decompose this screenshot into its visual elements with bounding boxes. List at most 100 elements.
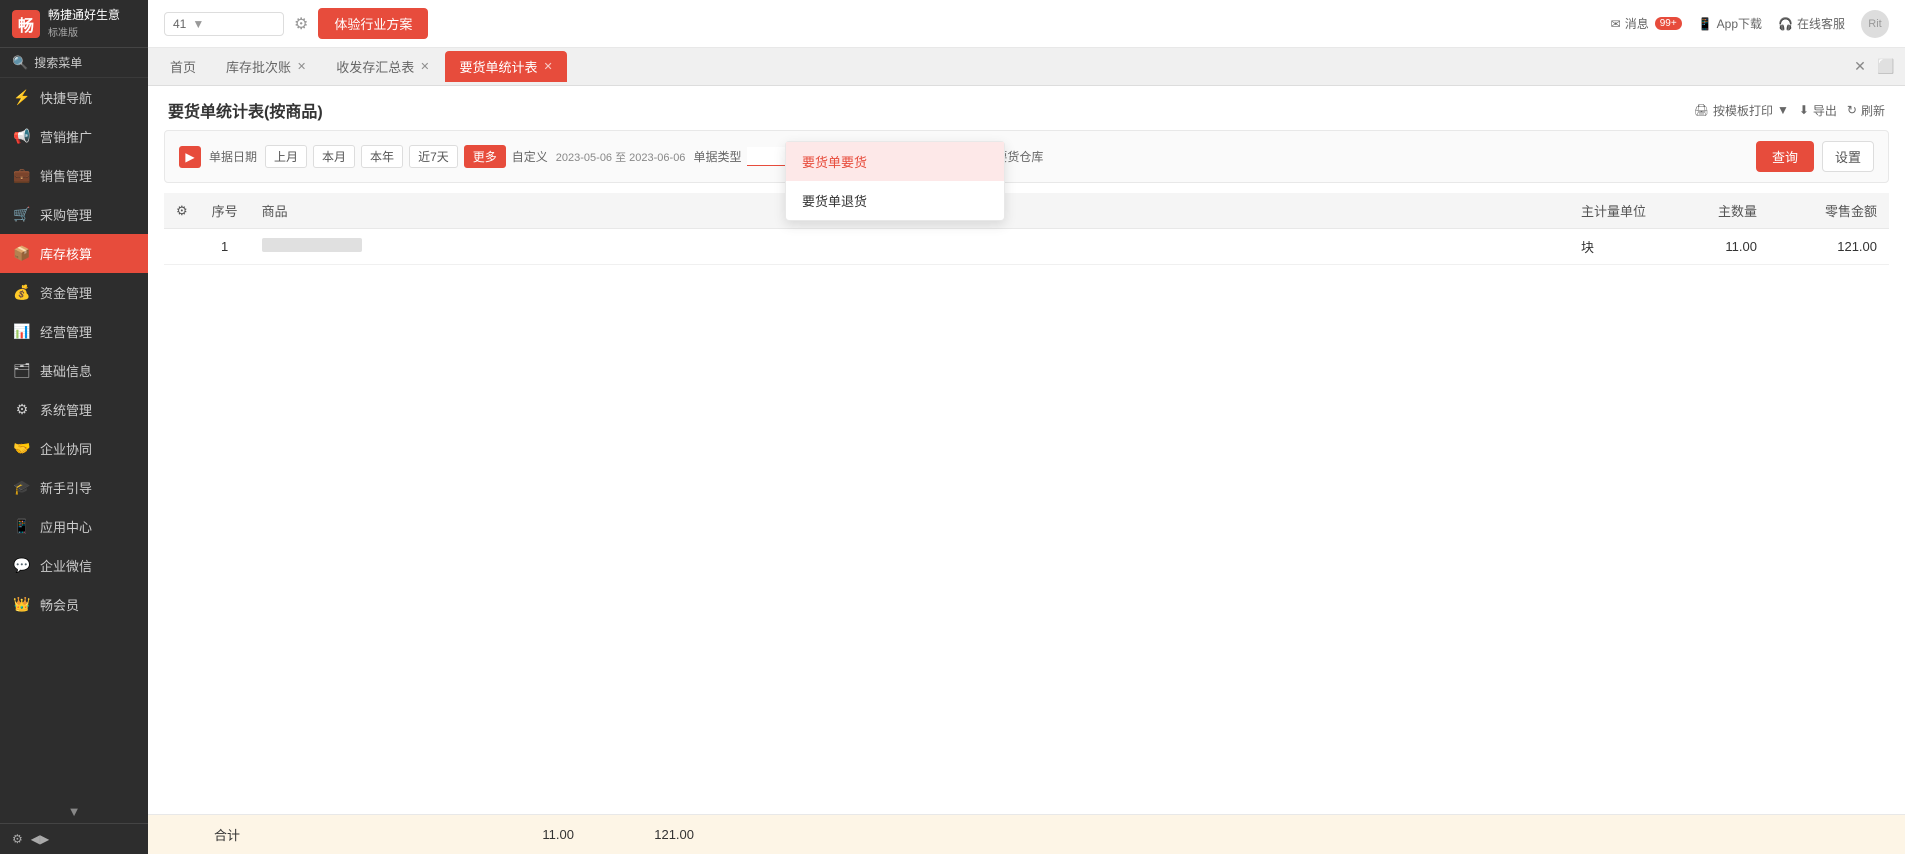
query-button[interactable]: 查询 xyxy=(1756,141,1814,172)
print-label: 按模板打印 xyxy=(1713,102,1773,119)
sidebar-search[interactable]: 🔍 搜索菜单 xyxy=(0,48,148,78)
avatar-text: Rit xyxy=(1868,18,1881,30)
logo-text: 畅捷通好生意 xyxy=(48,8,120,24)
online-service-btn[interactable]: 🎧 在线客服 xyxy=(1778,15,1845,32)
basic-icon: 🗂 xyxy=(12,362,32,379)
marketing-icon: 📢 xyxy=(12,128,32,145)
member-icon: 👑 xyxy=(12,596,32,613)
date-range-display: 2023-05-06 至 2023-06-06 xyxy=(556,149,686,165)
guide-icon: 🎓 xyxy=(12,479,32,496)
refresh-btn[interactable]: ↻ 刷新 xyxy=(1847,102,1885,119)
table-body: 1 块 11.00 121.00 xyxy=(164,229,1889,265)
search-icon: 🔍 xyxy=(12,55,28,71)
sidebar-item-apps[interactable]: 📱 应用中心 xyxy=(0,507,148,546)
sidebar-item-wechat[interactable]: 💬 企业微信 xyxy=(0,546,148,585)
quick-nav-icon: ⚡ xyxy=(12,89,32,106)
main-content: 41 ▼ ⚙ 体验行业方案 ✉ 消息 99+ 📱 App下载 🎧 在线客服 Ri… xyxy=(148,0,1905,854)
filter-expand-btn[interactable]: ▶ xyxy=(179,146,201,168)
col-gear[interactable]: ⚙ xyxy=(164,193,200,229)
sidebar-collapse-btn[interactable]: ◀▶ xyxy=(31,832,49,846)
headset-icon: 🎧 xyxy=(1778,17,1793,31)
sidebar-item-label: 企业协同 xyxy=(40,439,136,458)
sidebar-logo: 畅 畅捷通好生意 标准版 xyxy=(0,0,148,48)
sidebar-item-member[interactable]: 👑 畅会员 xyxy=(0,585,148,624)
sidebar-item-guide[interactable]: 🎓 新手引导 xyxy=(0,468,148,507)
sidebar-item-label: 企业微信 xyxy=(40,556,136,575)
sidebar-item-marketing[interactable]: 📢 营销推广 xyxy=(0,117,148,156)
tab-requisition-stats-close[interactable]: ✕ xyxy=(544,60,553,73)
logo-sub: 标准版 xyxy=(48,24,120,39)
sidebar: 畅 畅捷通好生意 标准版 🔍 搜索菜单 ⚡ 快捷导航 📢 营销推广 💼 销售管理… xyxy=(0,0,148,854)
messages-label: 消息 xyxy=(1625,15,1649,32)
print-dropdown-icon: ▼ xyxy=(1777,103,1789,117)
sidebar-item-label: 资金管理 xyxy=(40,283,136,302)
tab-inventory-batch-close[interactable]: ✕ xyxy=(297,60,306,73)
sidebar-item-sales[interactable]: 💼 销售管理 xyxy=(0,156,148,195)
messages-btn[interactable]: ✉ 消息 99+ xyxy=(1611,15,1682,32)
footer-label: 合计 xyxy=(164,825,474,844)
messages-icon: ✉ xyxy=(1611,17,1621,31)
sidebar-item-label: 基础信息 xyxy=(40,361,136,380)
operation-icon: 📊 xyxy=(12,323,32,340)
sidebar-item-inventory[interactable]: 📦 库存核算 xyxy=(0,234,148,273)
refresh-label: 刷新 xyxy=(1861,102,1885,119)
tab-receipt-summary-close[interactable]: ✕ xyxy=(420,60,429,73)
date-presets: 上月 本月 本年 近7天 更多 自定义 xyxy=(265,145,548,168)
window-expand-btn[interactable]: ⬜ xyxy=(1875,56,1897,78)
dropdown-item-yh-order[interactable]: 要货单要货 xyxy=(786,142,1004,181)
tab-home[interactable]: 首页 xyxy=(156,51,210,82)
top-header: 41 ▼ ⚙ 体验行业方案 ✉ 消息 99+ 📱 App下载 🎧 在线客服 Ri… xyxy=(148,0,1905,48)
sidebar-item-basic[interactable]: 🗂 基础信息 xyxy=(0,351,148,390)
tab-receipt-summary[interactable]: 收发存汇总表 ✕ xyxy=(322,51,443,82)
col-unit-header: 主计量单位 xyxy=(1569,193,1669,229)
sidebar-item-enterprise[interactable]: 🤝 企业协同 xyxy=(0,429,148,468)
print-template-btn[interactable]: 🖨 按模板打印 ▼ xyxy=(1694,102,1789,119)
preset-this-year[interactable]: 本年 xyxy=(361,145,403,168)
sidebar-item-quick-nav[interactable]: ⚡ 快捷导航 xyxy=(0,78,148,117)
footer-amount: 121.00 xyxy=(594,827,694,842)
sidebar-item-operation[interactable]: 📊 经营管理 xyxy=(0,312,148,351)
trial-button[interactable]: 体验行业方案 xyxy=(318,8,428,39)
data-table: ⚙ 序号 商品 主计量单位 主数量 零售金额 1 xyxy=(164,193,1889,265)
settings-button[interactable]: 设置 xyxy=(1822,141,1874,172)
sidebar-settings-btn[interactable]: ⚙ xyxy=(12,832,23,846)
preset-last-month[interactable]: 上月 xyxy=(265,145,307,168)
export-label: 导出 xyxy=(1813,102,1837,119)
header-settings-icon[interactable]: ⚙ xyxy=(294,14,308,34)
sidebar-item-label: 快捷导航 xyxy=(40,88,136,107)
sidebar-item-system[interactable]: ⚙ 系统管理 xyxy=(0,390,148,429)
org-name: 41 xyxy=(173,17,186,31)
row-gear xyxy=(164,229,200,265)
type-dropdown-popup: 要货单要货 要货单退货 xyxy=(785,141,1005,221)
window-minimize-btn[interactable]: ✕ xyxy=(1849,56,1871,78)
preset-7days[interactable]: 近7天 xyxy=(409,145,458,168)
table-row: 1 块 11.00 121.00 xyxy=(164,229,1889,265)
tab-bar: 首页 库存批次账 ✕ 收发存汇总表 ✕ 要货单统计表 ✕ ✕ ⬜ xyxy=(148,48,1905,86)
custom-date-btn[interactable]: 自定义 xyxy=(512,148,548,165)
sidebar-item-finance[interactable]: 💰 资金管理 xyxy=(0,273,148,312)
dropdown-item-yh-return[interactable]: 要货单退货 xyxy=(786,181,1004,220)
sidebar-item-label: 经营管理 xyxy=(40,322,136,341)
row-qty: 11.00 xyxy=(1669,229,1769,265)
page-header: 要货单统计表(按商品) 🖨 按模板打印 ▼ ⬇ 导出 ↻ 刷新 xyxy=(148,86,1905,130)
tab-inventory-batch[interactable]: 库存批次账 ✕ xyxy=(212,51,320,82)
sidebar-item-label: 采购管理 xyxy=(40,205,136,224)
purchase-icon: 🛒 xyxy=(12,206,32,223)
type-filter-label: 单据类型 xyxy=(693,148,741,165)
enterprise-icon: 🤝 xyxy=(12,440,32,457)
preset-more-btn[interactable]: 更多 xyxy=(464,145,506,168)
sidebar-item-purchase[interactable]: 🛒 采购管理 xyxy=(0,195,148,234)
sidebar-item-label: 销售管理 xyxy=(40,166,136,185)
user-avatar[interactable]: Rit xyxy=(1861,10,1889,38)
messages-badge: 99+ xyxy=(1655,17,1682,30)
tab-requisition-stats[interactable]: 要货单统计表 ✕ xyxy=(445,51,566,82)
export-btn[interactable]: ⬇ 导出 xyxy=(1799,102,1837,119)
sales-icon: 💼 xyxy=(12,167,32,184)
preset-this-month[interactable]: 本月 xyxy=(313,145,355,168)
app-download-btn[interactable]: 📱 App下载 xyxy=(1698,15,1762,32)
row-num: 1 xyxy=(200,229,250,265)
org-selector[interactable]: 41 ▼ xyxy=(164,12,284,36)
sidebar-scroll-down[interactable]: ▼ xyxy=(0,800,148,823)
online-service-label: 在线客服 xyxy=(1797,15,1845,32)
inventory-icon: 📦 xyxy=(12,245,32,262)
